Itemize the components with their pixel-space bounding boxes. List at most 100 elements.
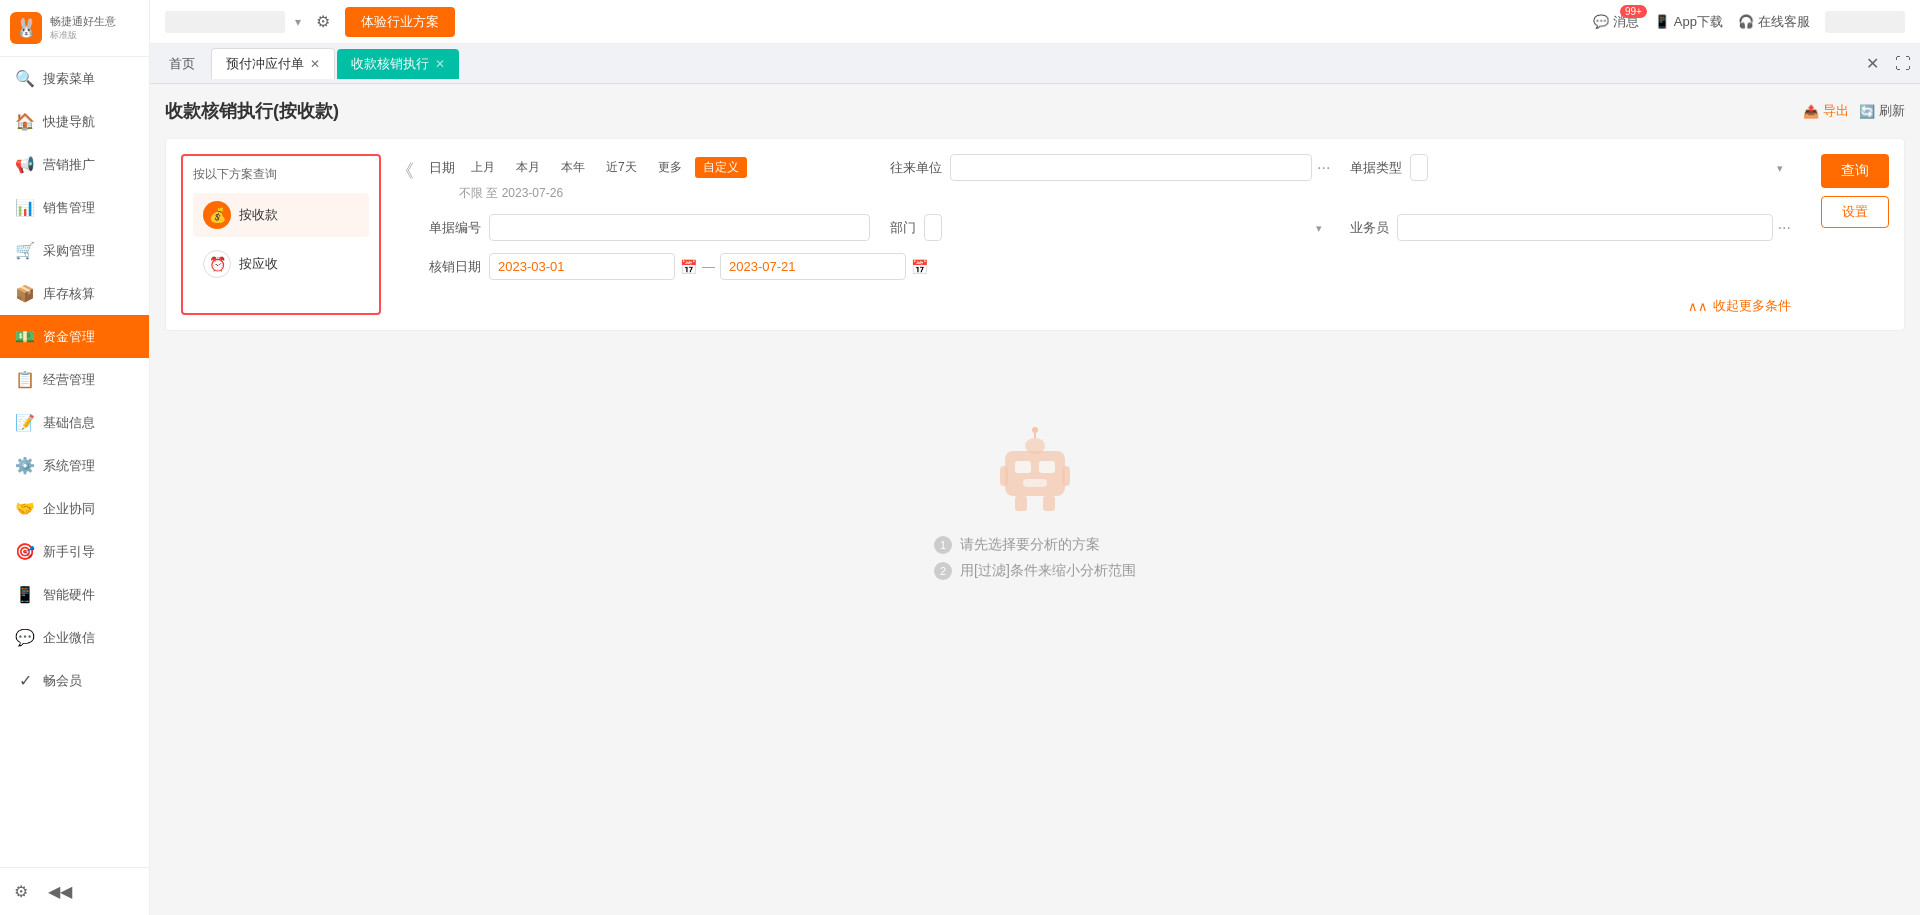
basic-icon: 📝 bbox=[15, 413, 35, 432]
close-all-tabs-button[interactable]: ✕ bbox=[1862, 50, 1883, 77]
date-separator: — bbox=[702, 259, 715, 274]
employee-dots-icon[interactable]: ··· bbox=[1778, 219, 1791, 237]
this-year-button[interactable]: 本年 bbox=[553, 156, 593, 179]
sidebar-item-business[interactable]: 📋 经营管理 bbox=[0, 358, 149, 401]
more-date-button[interactable]: 更多 bbox=[650, 156, 690, 179]
doc-type-select-wrapper bbox=[1410, 154, 1791, 181]
topbar: ▾ ⚙ 体验行业方案 💬 消息 99+ 📱 App下载 🎧 在线客服 bbox=[150, 0, 1920, 44]
settings-icon[interactable]: ⚙ bbox=[8, 876, 34, 907]
sidebar-item-hardware[interactable]: 📱 智能硬件 bbox=[0, 573, 149, 616]
collapse-icon: ∧∧ bbox=[1688, 299, 1708, 314]
empty-tips: 1 请先选择要分析的方案 2 用[过滤]条件来缩小分析范围 bbox=[934, 536, 1136, 580]
inventory-icon: 📦 bbox=[15, 284, 35, 303]
main-area: ▾ ⚙ 体验行业方案 💬 消息 99+ 📱 App下载 🎧 在线客服 首页 bbox=[150, 0, 1920, 915]
dropdown-arrow-icon[interactable]: ▾ bbox=[295, 15, 301, 29]
app-download-button[interactable]: 📱 App下载 bbox=[1654, 13, 1723, 31]
query-by-receivable-option[interactable]: ⏰ 按应收 bbox=[193, 242, 369, 286]
doc-type-label: 单据类型 bbox=[1350, 159, 1402, 177]
export-button[interactable]: 📤 导出 bbox=[1803, 102, 1849, 120]
offset-date-start-input[interactable] bbox=[489, 253, 675, 280]
sidebar-item-marketing[interactable]: 📢 营销推广 bbox=[0, 143, 149, 186]
sidebar-item-guide[interactable]: 🎯 新手引导 bbox=[0, 530, 149, 573]
offset-date-start-calendar-icon[interactable]: 📅 bbox=[680, 259, 697, 275]
industry-solution-button[interactable]: 体验行业方案 bbox=[345, 7, 455, 37]
gear-icon[interactable]: ⚙ bbox=[316, 12, 330, 31]
doc-no-input[interactable] bbox=[489, 214, 870, 241]
doc-type-select[interactable] bbox=[1410, 154, 1428, 181]
refresh-label: 刷新 bbox=[1879, 102, 1905, 120]
sidebar-item-quick-nav[interactable]: 🏠 快捷导航 bbox=[0, 100, 149, 143]
collapse-filter-icon[interactable]: 《 bbox=[396, 159, 414, 183]
sales-label: 销售管理 bbox=[43, 199, 95, 217]
tab-prepay[interactable]: 预付冲应付单 ✕ bbox=[211, 48, 335, 79]
purchase-icon: 🛒 bbox=[15, 241, 35, 260]
refresh-button[interactable]: 🔄 刷新 bbox=[1859, 102, 1905, 120]
sidebar-item-purchase[interactable]: 🛒 采购管理 bbox=[0, 229, 149, 272]
employee-input[interactable] bbox=[1397, 214, 1772, 241]
page-content: 收款核销执行(按收款) 📤 导出 🔄 刷新 按以下方案查询 💰 按收款 bbox=[150, 84, 1920, 915]
online-service-button[interactable]: 🎧 在线客服 bbox=[1738, 13, 1810, 31]
service-icon: 🎧 bbox=[1738, 14, 1754, 29]
svg-rect-4 bbox=[1000, 466, 1008, 486]
offset-date-end-calendar-icon[interactable]: 📅 bbox=[911, 259, 928, 275]
tab-home[interactable]: 首页 bbox=[155, 49, 209, 79]
tabbar-actions: ✕ ⛶ bbox=[1862, 50, 1915, 77]
sidebar-item-collab[interactable]: 🤝 企业协同 bbox=[0, 487, 149, 530]
tip-1-text: 请先选择要分析的方案 bbox=[960, 536, 1100, 554]
collapse-sidebar-icon[interactable]: ◀◀ bbox=[42, 876, 78, 907]
sidebar-item-system[interactable]: ⚙️ 系统管理 bbox=[0, 444, 149, 487]
dept-label: 部门 bbox=[890, 219, 916, 237]
offset-date-range: 📅 — 📅 bbox=[489, 253, 928, 280]
setting-button[interactable]: 设置 bbox=[1821, 196, 1889, 228]
custom-date-button[interactable]: 自定义 bbox=[695, 157, 747, 178]
query-button[interactable]: 查询 bbox=[1821, 154, 1889, 188]
message-button[interactable]: 💬 消息 99+ bbox=[1593, 13, 1639, 31]
page-header-actions: 📤 导出 🔄 刷新 bbox=[1803, 102, 1905, 120]
collapse-more-conditions-button[interactable]: ∧∧ 收起更多条件 bbox=[1688, 297, 1791, 315]
receivable-option-icon: ⏰ bbox=[203, 250, 231, 278]
receipt-offset-tab-close-icon[interactable]: ✕ bbox=[435, 57, 445, 71]
sidebar-item-search[interactable]: 🔍 搜索菜单 bbox=[0, 57, 149, 100]
sidebar-item-inventory[interactable]: 📦 库存核算 bbox=[0, 272, 149, 315]
prepay-tab-close-icon[interactable]: ✕ bbox=[310, 57, 320, 71]
partner-input[interactable] bbox=[950, 154, 1312, 181]
page-header: 收款核销执行(按收款) 📤 导出 🔄 刷新 bbox=[165, 99, 1905, 123]
dept-select[interactable] bbox=[924, 214, 942, 241]
svg-point-10 bbox=[1032, 427, 1038, 433]
business-label: 经营管理 bbox=[43, 371, 95, 389]
hardware-icon: 📱 bbox=[15, 585, 35, 604]
tip-1-num: 1 bbox=[934, 536, 952, 554]
last-month-button[interactable]: 上月 bbox=[463, 156, 503, 179]
wechat-label: 企业微信 bbox=[43, 629, 95, 647]
app-download-label: App下载 bbox=[1674, 13, 1723, 31]
offset-date-end-input[interactable] bbox=[720, 253, 906, 280]
finance-icon: 💵 bbox=[15, 327, 35, 346]
tab-receipt-offset[interactable]: 收款核销执行 ✕ bbox=[337, 49, 459, 79]
employee-label: 业务员 bbox=[1350, 219, 1389, 237]
page-title: 收款核销执行(按收款) bbox=[165, 99, 339, 123]
sidebar-item-finance[interactable]: 💵 资金管理 bbox=[0, 315, 149, 358]
partner-dots-icon[interactable]: ··· bbox=[1317, 159, 1330, 177]
last-7-days-button[interactable]: 近7天 bbox=[598, 156, 645, 179]
inventory-label: 库存核算 bbox=[43, 285, 95, 303]
action-buttons: 查询 设置 bbox=[1821, 154, 1889, 315]
app-logo: 🐰 畅捷通好生意 标准版 bbox=[0, 0, 149, 57]
partner-label: 往来单位 bbox=[890, 159, 942, 177]
receipt-offset-tab-label: 收款核销执行 bbox=[351, 55, 429, 73]
app-icon: 📱 bbox=[1654, 14, 1670, 29]
sidebar-item-member[interactable]: ✓ 畅会员 bbox=[0, 659, 149, 702]
sidebar-item-basic[interactable]: 📝 基础信息 bbox=[0, 401, 149, 444]
sidebar-item-wechat[interactable]: 💬 企业微信 bbox=[0, 616, 149, 659]
message-badge: 99+ bbox=[1620, 5, 1647, 18]
doc-no-filter-group: 单据编号 bbox=[429, 214, 870, 241]
app-name: 畅捷通好生意 bbox=[50, 14, 116, 28]
query-by-receipt-option[interactable]: 💰 按收款 bbox=[193, 193, 369, 237]
collab-icon: 🤝 bbox=[15, 499, 35, 518]
maximize-button[interactable]: ⛶ bbox=[1891, 51, 1915, 77]
offset-date-label: 核销日期 bbox=[429, 258, 481, 276]
this-month-button[interactable]: 本月 bbox=[508, 156, 548, 179]
svg-rect-6 bbox=[1015, 496, 1027, 511]
empty-tip-1: 1 请先选择要分析的方案 bbox=[934, 536, 1136, 554]
sidebar-item-sales[interactable]: 📊 销售管理 bbox=[0, 186, 149, 229]
doc-no-label: 单据编号 bbox=[429, 219, 481, 237]
